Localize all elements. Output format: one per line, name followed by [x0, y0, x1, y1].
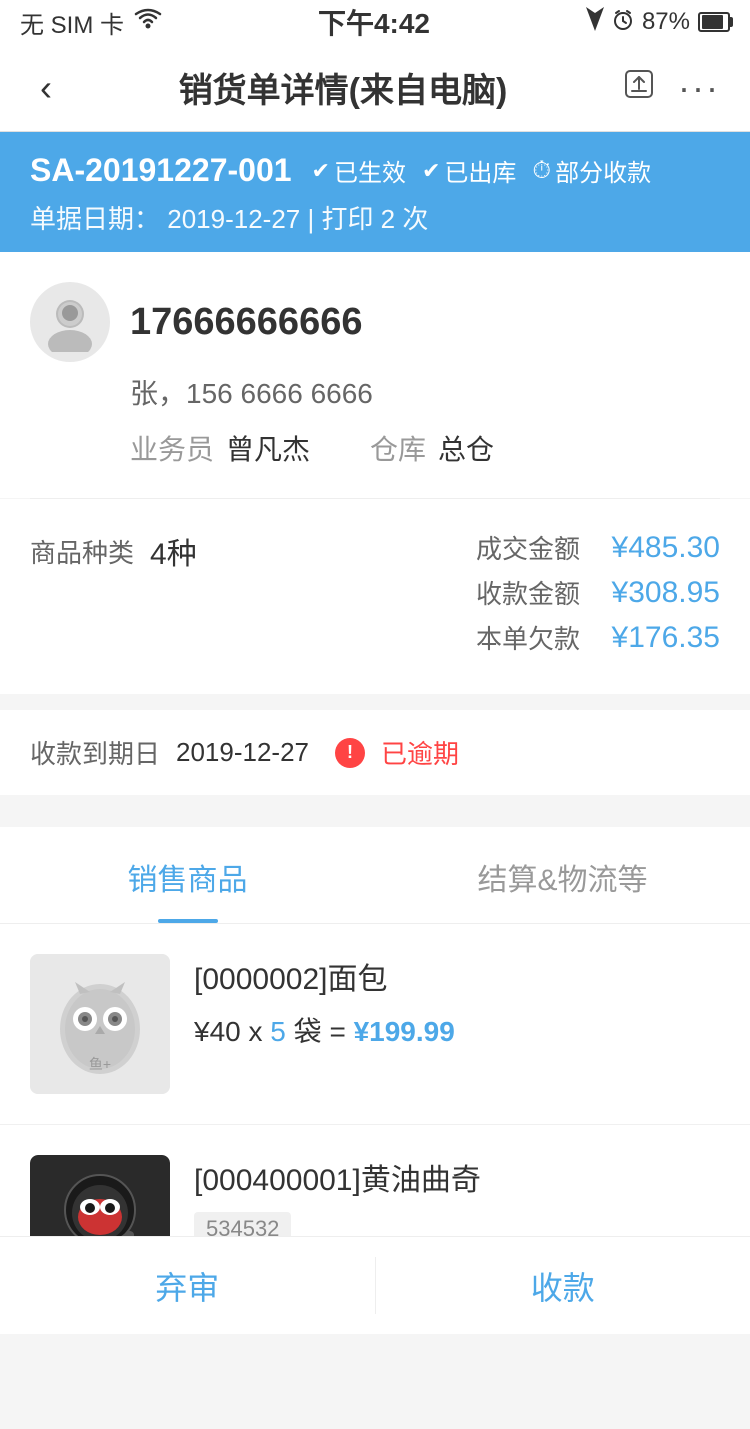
- header-banner: SA-20191227-001 ✔ 已生效 ✔ 已出库 ⏱ 部分收款 单据日期：…: [0, 132, 750, 252]
- status-right: 87%: [586, 7, 730, 38]
- warehouse-label: 仓库: [370, 428, 426, 468]
- overdue-section: 收款到期日 2019-12-27 ! 已逾期: [0, 710, 750, 795]
- nav-bar: ‹ 销货单详情(来自电脑) ···: [0, 44, 750, 132]
- overdue-label: 收款到期日: [30, 734, 160, 771]
- more-button[interactable]: ···: [678, 67, 720, 109]
- customer-phone: 17666666666: [130, 301, 362, 344]
- bottom-bar: 弃审 收款: [0, 1236, 750, 1334]
- status-left: 无 SIM 卡: [20, 5, 162, 40]
- share-button[interactable]: [624, 69, 654, 107]
- status-bar: 无 SIM 卡 下午4:42 87: [0, 0, 750, 44]
- battery-percentage: 87%: [642, 8, 690, 36]
- status-shipped: ✔ 已出库: [422, 153, 516, 188]
- cancel-button[interactable]: 弃审: [0, 1237, 375, 1334]
- warehouse-value: 总仓: [438, 428, 494, 468]
- check-icon-1: ✔: [312, 158, 330, 184]
- deal-amount-value: ¥485.30: [600, 531, 720, 565]
- battery-icon: [698, 12, 730, 32]
- tab-products[interactable]: 销售商品: [0, 827, 375, 923]
- product-type-label: 商品种类: [30, 533, 134, 570]
- product-item: 鱼+ [0000002]面包 ¥40 x 5 袋 = ¥199.99: [0, 924, 750, 1125]
- overdue-date: 2019-12-27: [176, 737, 309, 768]
- section-divider-1: [0, 694, 750, 710]
- overdue-warning-icon: !: [335, 738, 365, 768]
- tab-settlement[interactable]: 结算&物流等: [375, 827, 750, 923]
- page-title: 销货单详情(来自电脑): [179, 63, 508, 112]
- received-label: 收款金额: [476, 574, 580, 611]
- product-type-count: 4种: [150, 529, 197, 573]
- product-thumb-1: 鱼+: [30, 954, 170, 1094]
- received-amount-item: 收款金额 ¥308.95: [476, 574, 720, 611]
- salesperson-label: 业务员: [130, 428, 214, 468]
- product-qty-1: 5: [270, 1016, 286, 1047]
- wifi-icon: [134, 8, 162, 37]
- avatar: [30, 282, 110, 362]
- product-type-item: 商品种类 4种: [30, 529, 197, 573]
- received-value: ¥308.95: [600, 576, 720, 610]
- confirm-button[interactable]: 收款: [376, 1237, 750, 1334]
- overdue-status: 已逾期: [381, 734, 459, 771]
- deal-amount-label: 成交金额: [476, 529, 580, 566]
- time-display: 下午4:42: [318, 2, 430, 42]
- owed-value: ¥176.35: [600, 621, 720, 655]
- status-effective: ✔ 已生效: [312, 153, 406, 188]
- summary-left: 商品种类 4种: [30, 529, 197, 664]
- section-divider-2: [0, 795, 750, 811]
- alarm-icon: [612, 8, 634, 37]
- product-price-1: ¥40 x 5 袋 = ¥199.99: [194, 1010, 720, 1050]
- status-badges: ✔ 已生效 ✔ 已出库 ⏱ 部分收款: [312, 153, 652, 188]
- clock-icon: ⏱: [532, 157, 551, 185]
- summary-right: 成交金额 ¥485.30 收款金额 ¥308.95 本单欠款 ¥176.35: [476, 529, 720, 664]
- product-name-2: [000400001]黄油曲奇: [194, 1155, 720, 1199]
- status-partial-received: ⏱ 部分收款: [532, 153, 651, 188]
- order-number: SA-20191227-001: [30, 152, 292, 189]
- owed-label: 本单欠款: [476, 619, 580, 656]
- bottom-spacer: [0, 1331, 750, 1429]
- customer-meta: 业务员 曾凡杰 仓库 总仓: [30, 428, 720, 468]
- product-total-1: ¥199.99: [354, 1016, 455, 1047]
- product-info-1: [0000002]面包 ¥40 x 5 袋 = ¥199.99: [194, 954, 720, 1050]
- owed-amount-item: 本单欠款 ¥176.35: [476, 619, 720, 656]
- deal-amount-item: 成交金额 ¥485.30: [476, 529, 720, 566]
- order-date-info: 单据日期： 2019-12-27 | 打印 2 次: [30, 199, 720, 236]
- location-icon: [586, 7, 604, 38]
- sim-status: 无 SIM 卡: [20, 5, 124, 40]
- customer-name: 张，156 6666 6666: [30, 372, 720, 412]
- svg-text:鱼+: 鱼+: [89, 1056, 111, 1072]
- product-name-1: [0000002]面包: [194, 954, 720, 998]
- back-button[interactable]: ‹: [30, 57, 62, 119]
- nav-actions: ···: [624, 67, 720, 109]
- warehouse-info: 仓库 总仓: [370, 428, 494, 468]
- summary-section: 商品种类 4种 成交金额 ¥485.30 收款金额 ¥308.95 本单欠款 ¥…: [0, 499, 750, 694]
- customer-top: 17666666666: [30, 282, 720, 362]
- salesperson-info: 业务员 曾凡杰: [130, 428, 310, 468]
- tabs-row: 销售商品 结算&物流等: [0, 827, 750, 924]
- salesperson-value: 曾凡杰: [226, 428, 310, 468]
- customer-section: 17666666666 张，156 6666 6666 业务员 曾凡杰 仓库 总…: [0, 252, 750, 498]
- check-icon-2: ✔: [422, 158, 440, 184]
